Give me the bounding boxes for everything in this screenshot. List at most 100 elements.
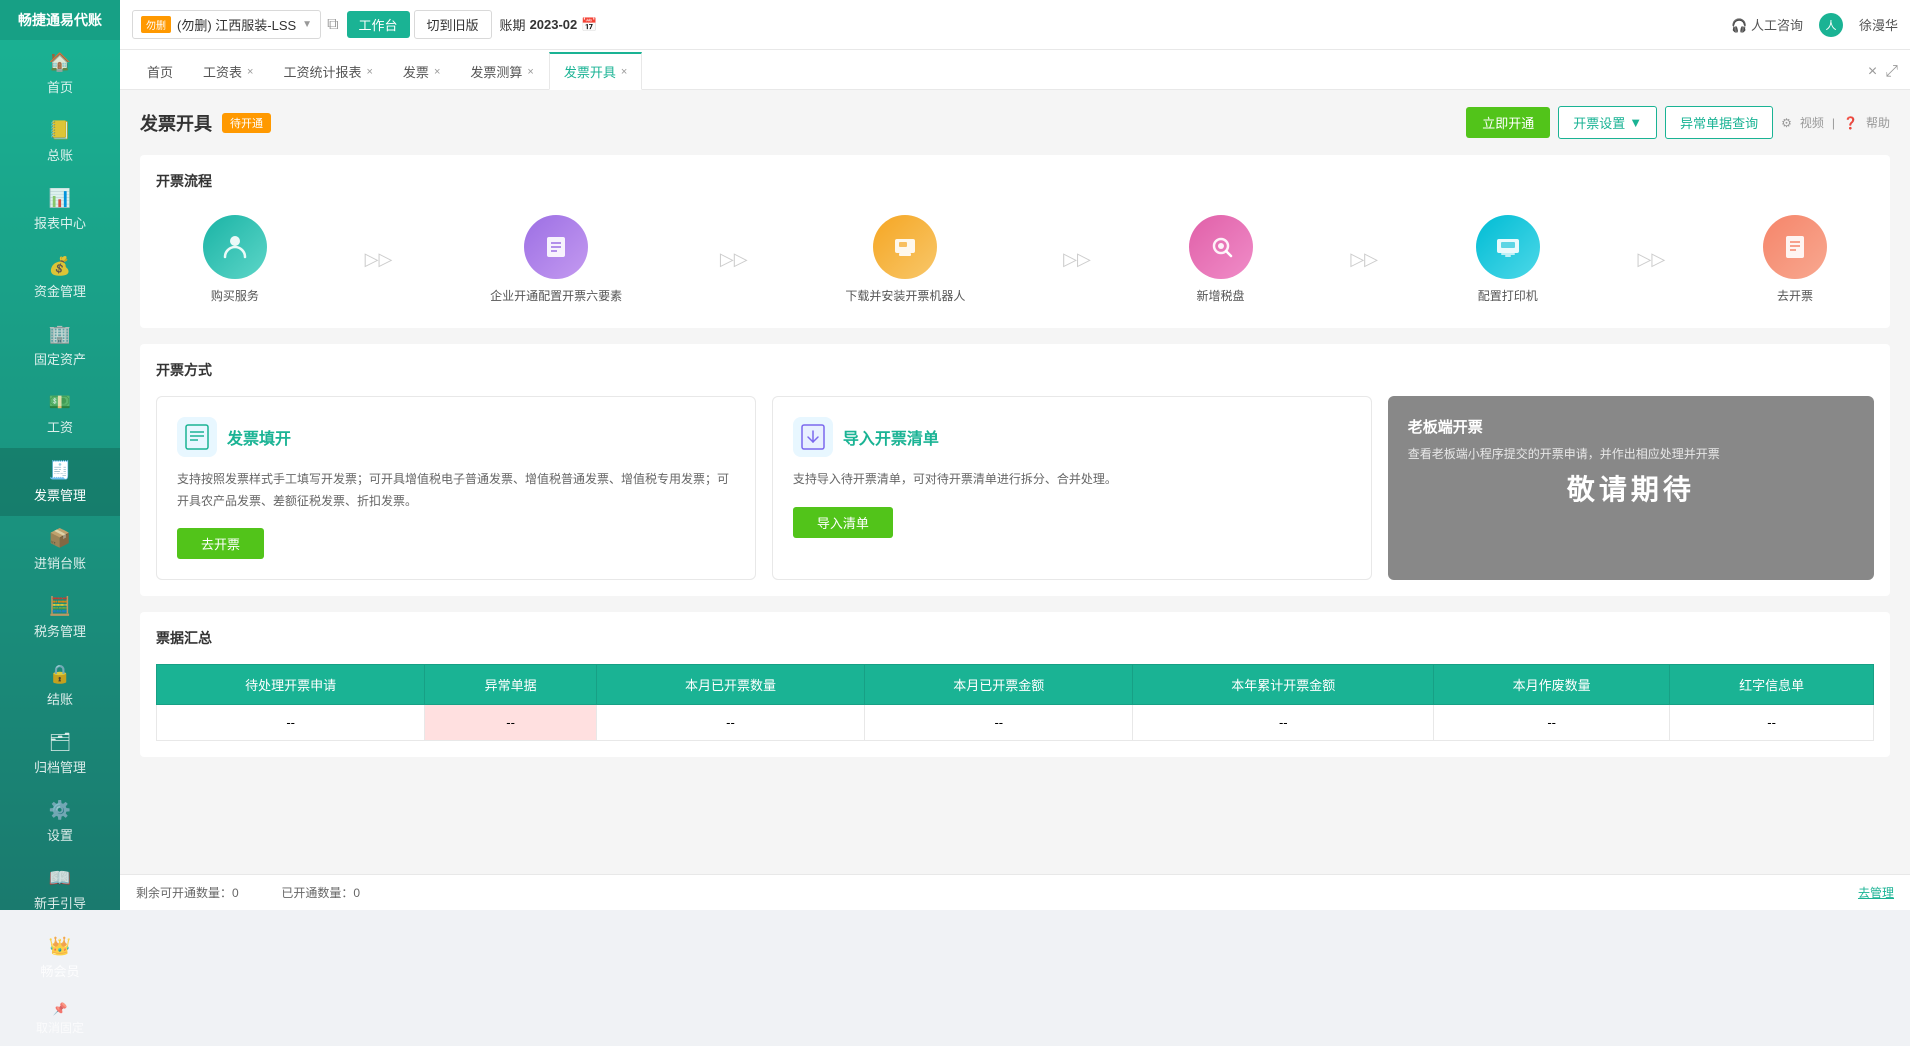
flow-step-6-label: 去开票 bbox=[1777, 287, 1813, 304]
header-buttons: 立即开通 开票设置 ▼ 异常单据查询 ⚙ 视频 | ❓ 帮助 bbox=[1466, 106, 1890, 139]
flow-step-2[interactable]: 企业开通配置开票六要素 bbox=[490, 215, 622, 304]
flow-step-3[interactable]: 下载并安装开票机器人 bbox=[845, 215, 965, 304]
switch-old-button[interactable]: 切到旧版 bbox=[414, 10, 492, 39]
sidebar-item-funds[interactable]: 💰 资金管理 bbox=[0, 244, 120, 312]
footer-info: 剩余可开通数量：0 已开通数量：0 bbox=[136, 884, 360, 901]
tab-invoice-calc[interactable]: 发票测算 × bbox=[455, 53, 548, 89]
tab-salary-stats[interactable]: 工资统计报表 × bbox=[268, 53, 387, 89]
method-import-icon bbox=[793, 417, 833, 457]
flow-step-1-label: 购买服务 bbox=[211, 287, 259, 304]
go-invoice-button[interactable]: 去开票 bbox=[177, 528, 264, 559]
sidebar-item-home[interactable]: 🏠 首页 bbox=[0, 40, 120, 108]
video-label: 视频 bbox=[1800, 114, 1824, 131]
sidebar-item-close[interactable]: 🔒 结账 bbox=[0, 652, 120, 720]
sidebar-item-assets[interactable]: 🏢 固定资产 bbox=[0, 312, 120, 380]
sidebar-item-reports[interactable]: 📊 报表中心 bbox=[0, 176, 120, 244]
sidebar-item-salary[interactable]: 💵 工资 bbox=[0, 380, 120, 448]
summary-title: 票据汇总 bbox=[156, 628, 1874, 648]
immediate-open-button[interactable]: 立即开通 bbox=[1466, 107, 1550, 138]
tab-invoice-tool-close[interactable]: × bbox=[621, 66, 627, 78]
sidebar-item-tax-label: 税务管理 bbox=[34, 621, 86, 640]
tab-home[interactable]: 首页 bbox=[132, 53, 188, 89]
sidebar-item-archive[interactable]: 🗂 归档管理 bbox=[0, 720, 120, 788]
flow-step-5-label: 配置打印机 bbox=[1478, 287, 1538, 304]
funds-icon: 💰 bbox=[49, 256, 71, 277]
sidebar-item-ledger[interactable]: 📒 总账 bbox=[0, 108, 120, 176]
flow-step-1[interactable]: 购买服务 bbox=[203, 215, 267, 304]
calendar-icon[interactable]: 📅 bbox=[581, 17, 597, 33]
window-close-icon[interactable]: × bbox=[1868, 63, 1877, 81]
tab-salary-close[interactable]: × bbox=[247, 66, 253, 78]
tab-invoice-tool[interactable]: 发票开具 × bbox=[549, 52, 642, 90]
period-value: 2023-02 bbox=[530, 17, 578, 32]
pin-icon: 📌 bbox=[53, 1002, 68, 1016]
invoice-methods: 发票填开 支持按照发票样式手工填写开发票；可开具增值税电子普通发票、增值税普通发… bbox=[156, 396, 1874, 580]
flow-step-4-icon bbox=[1189, 215, 1253, 279]
summary-cell-month-count: -- bbox=[596, 705, 864, 741]
manage-link[interactable]: 去管理 bbox=[1858, 884, 1894, 901]
video-help-icon[interactable]: ⚙ bbox=[1781, 116, 1792, 130]
sidebar-item-member[interactable]: 👑 畅会员 bbox=[0, 924, 120, 992]
abnormal-query-button[interactable]: 异常单据查询 bbox=[1665, 106, 1773, 139]
tab-invoice-close[interactable]: × bbox=[434, 66, 440, 78]
tab-invoice-calc-close[interactable]: × bbox=[527, 66, 533, 78]
opened-count: 已开通数量：0 bbox=[281, 886, 360, 900]
window-expand-icon[interactable]: ⤢ bbox=[1885, 63, 1898, 81]
user-name[interactable]: 徐漫华 bbox=[1859, 15, 1898, 34]
summary-th-abnormal: 异常单据 bbox=[425, 665, 596, 705]
sidebar-item-funds-label: 资金管理 bbox=[34, 281, 86, 300]
sidebar: 畅捷通易代账 🏠 首页 📒 总账 📊 报表中心 💰 资金管理 🏢 固定资产 💵 … bbox=[0, 0, 120, 910]
main-area: 勿删 (勿删) 江西服装-LSS ▼ ⧉ 工作台 切到旧版 账期 2023-02… bbox=[120, 0, 1910, 910]
old-desc: 查看老板端小程序提交的开票申请，并作出相应处理并开票 bbox=[1408, 445, 1854, 464]
summary-th-void-count: 本月作废数量 bbox=[1434, 665, 1670, 705]
home-icon: 🏠 bbox=[49, 52, 71, 73]
flow-step-6[interactable]: 去开票 bbox=[1763, 215, 1827, 304]
open-settings-label: 开票设置 bbox=[1573, 113, 1625, 132]
methods-section: 开票方式 发票填开 bbox=[140, 344, 1890, 596]
summary-th-month-count: 本月已开票数量 bbox=[596, 665, 864, 705]
tab-salary[interactable]: 工资表 × bbox=[188, 53, 268, 89]
page-footer: 剩余可开通数量：0 已开通数量：0 去管理 bbox=[120, 874, 1910, 910]
flow-step-1-icon bbox=[203, 215, 267, 279]
flow-step-6-icon bbox=[1763, 215, 1827, 279]
copy-icon[interactable]: ⧉ bbox=[327, 16, 338, 34]
tax-icon: 🧮 bbox=[49, 596, 71, 617]
flow-step-2-icon bbox=[524, 215, 588, 279]
tab-salary-stats-label: 工资统计报表 bbox=[283, 62, 361, 81]
sidebar-item-invoice[interactable]: 🧾 发票管理 bbox=[0, 448, 120, 516]
member-icon: 👑 bbox=[49, 936, 71, 957]
summary-cell-year-amount: -- bbox=[1133, 705, 1434, 741]
sidebar-item-guide[interactable]: 📖 新手引导 bbox=[0, 856, 120, 924]
workspace-button[interactable]: 工作台 bbox=[347, 11, 410, 38]
page-header: 发票开具 待开通 立即开通 开票设置 ▼ 异常单据查询 ⚙ 视频 | ❓ 帮助 bbox=[140, 106, 1890, 139]
flow-step-3-icon bbox=[873, 215, 937, 279]
tab-invoice[interactable]: 发票 × bbox=[388, 53, 455, 89]
flow-step-5[interactable]: 配置打印机 bbox=[1476, 215, 1540, 304]
reports-icon: 📊 bbox=[49, 188, 71, 209]
sidebar-item-purchase-sales[interactable]: 📦 进销台账 bbox=[0, 516, 120, 584]
sidebar-item-settings[interactable]: ⚙️ 设置 bbox=[0, 788, 120, 856]
ledger-icon: 📒 bbox=[49, 120, 71, 141]
coming-soon-text: 敬请期待 bbox=[1567, 468, 1695, 508]
sidebar-item-guide-label: 新手引导 bbox=[34, 893, 86, 912]
help-icon[interactable]: ❓ bbox=[1843, 116, 1858, 130]
flow-step-4[interactable]: 新增税盘 bbox=[1189, 215, 1253, 304]
tab-invoice-calc-label: 发票测算 bbox=[470, 62, 522, 81]
summary-th-pending: 待处理开票申请 bbox=[157, 665, 425, 705]
company-selector[interactable]: 勿删 (勿删) 江西服装-LSS ▼ bbox=[132, 10, 321, 39]
flow-arrow-3: ▷▷ bbox=[1063, 249, 1091, 270]
sidebar-item-tax[interactable]: 🧮 税务管理 bbox=[0, 584, 120, 652]
user-avatar: 人 bbox=[1819, 13, 1843, 37]
customer-service-button[interactable]: 🎧 人工咨询 bbox=[1731, 15, 1803, 34]
flow-title: 开票流程 bbox=[156, 171, 1874, 191]
tab-salary-stats-close[interactable]: × bbox=[366, 66, 372, 78]
method-import-desc: 支持导入待开票清单，可对待开票清单进行拆分、合并处理。 bbox=[793, 469, 1351, 491]
import-list-button[interactable]: 导入清单 bbox=[793, 507, 893, 538]
method-card-old: 老板端开票 查看老板端小程序提交的开票申请，并作出相应处理并开票 敬请期待 bbox=[1388, 396, 1874, 580]
sidebar-item-purchase-sales-label: 进销台账 bbox=[34, 553, 86, 572]
sidebar-pin-button[interactable]: 📌 取消固定 bbox=[0, 992, 120, 1046]
flow-step-4-label: 新增税盘 bbox=[1197, 287, 1245, 304]
sidebar-item-archive-label: 归档管理 bbox=[34, 757, 86, 776]
open-settings-button[interactable]: 开票设置 ▼ bbox=[1558, 106, 1657, 139]
close-accounts-icon: 🔒 bbox=[49, 664, 71, 685]
